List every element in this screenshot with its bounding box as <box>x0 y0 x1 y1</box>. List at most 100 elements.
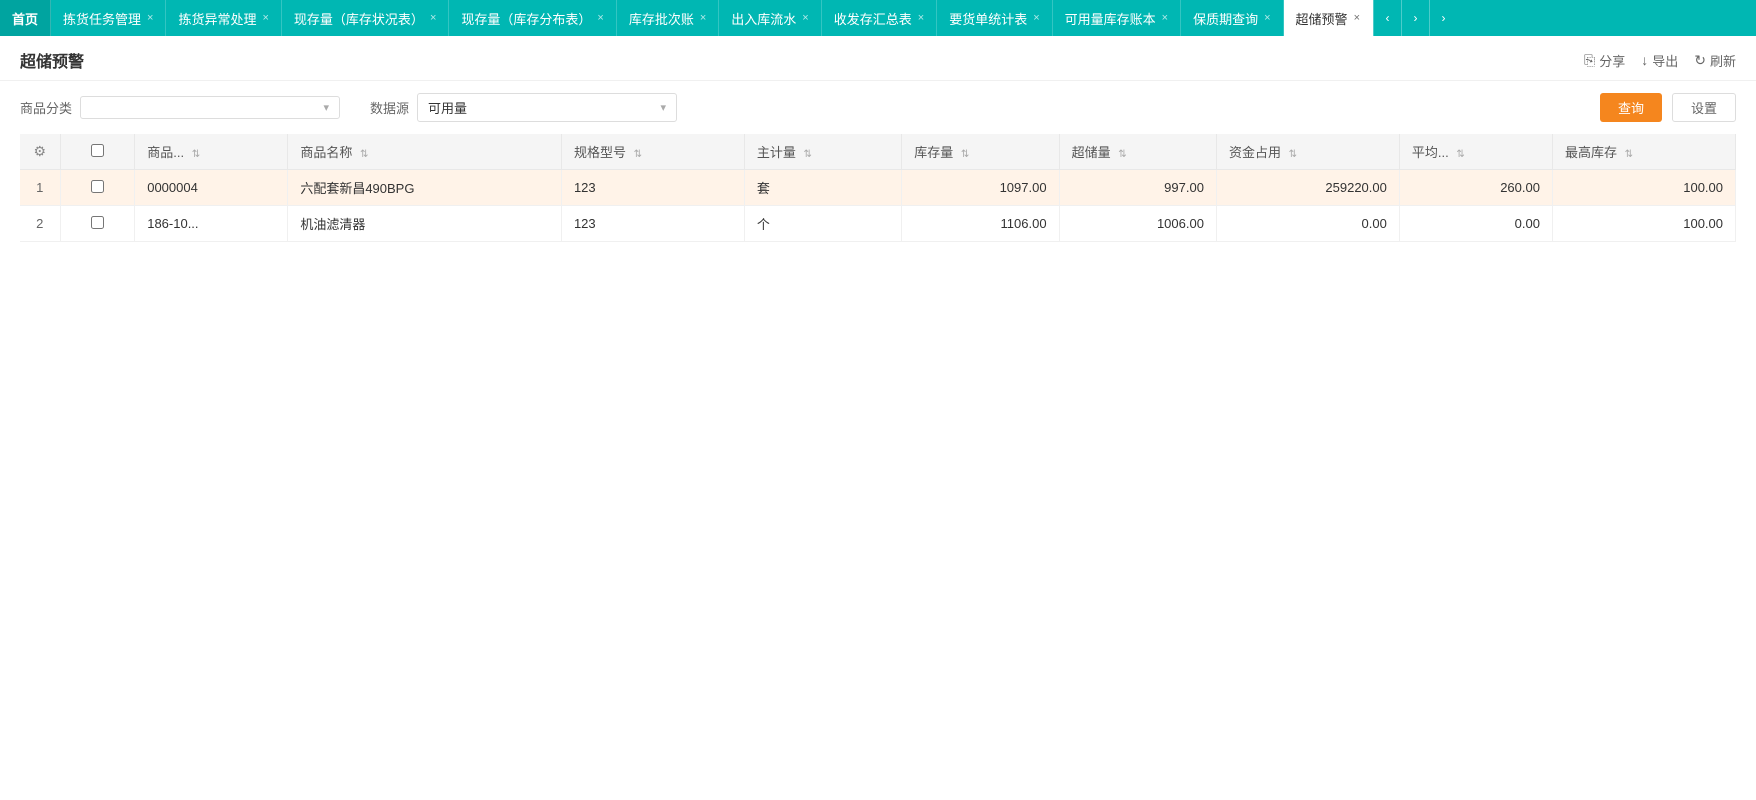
data-source-label: 数据源 <box>370 98 409 117</box>
refresh-label: 刷新 <box>1710 51 1736 70</box>
nav-arrow-more[interactable]: › <box>1429 0 1457 36</box>
product-category-arrow-icon: ▾ <box>323 101 329 114</box>
row-checkbox[interactable] <box>91 216 104 229</box>
nav-overstock-warning-close[interactable]: × <box>1354 12 1360 24</box>
row-index: 1 <box>20 170 60 206</box>
column-avg[interactable]: 平均... ⇅ <box>1399 134 1552 170</box>
nav-inout-flow-close[interactable]: × <box>802 12 808 24</box>
nav-pick-task[interactable]: 拣货任务管理 × <box>51 0 166 36</box>
nav-receive-summary[interactable]: 收发存汇总表 × <box>822 0 937 36</box>
sort-stock-icon: ⇅ <box>961 149 969 160</box>
nav-overstock-warning-label: 超储预警 <box>1296 9 1348 28</box>
column-overstock[interactable]: 超储量 ⇅ <box>1059 134 1216 170</box>
column-spec[interactable]: 规格型号 ⇅ <box>561 134 744 170</box>
data-source-arrow-icon: ▾ <box>661 101 667 114</box>
sort-max-stock-icon: ⇅ <box>1625 149 1633 160</box>
column-stock[interactable]: 库存量 ⇅ <box>902 134 1059 170</box>
sort-spec-icon: ⇅ <box>634 149 642 160</box>
nav-expiry-query[interactable]: 保质期查询 × <box>1181 0 1283 36</box>
table-row: 2 186-10... 机油滤清器 123 个 1106.00 1006.00 … <box>20 206 1736 242</box>
cell-spec: 123 <box>561 206 744 242</box>
sort-overstock-icon: ⇅ <box>1118 149 1126 160</box>
nav-receive-summary-label: 收发存汇总表 <box>834 9 912 28</box>
nav-expiry-query-close[interactable]: × <box>1264 12 1270 24</box>
column-avg-label: 平均... <box>1412 145 1449 160</box>
nav-stock-dist[interactable]: 现存量（库存分布表） × <box>449 0 616 36</box>
cell-overstock: 1006.00 <box>1059 206 1216 242</box>
cell-avg: 0.00 <box>1399 206 1552 242</box>
export-button[interactable]: ↓ 导出 <box>1641 51 1678 70</box>
cell-product-code: 0000004 <box>135 170 288 206</box>
settings-button[interactable]: 设置 <box>1672 93 1736 122</box>
column-overstock-label: 超储量 <box>1072 145 1111 160</box>
cell-spec: 123 <box>561 170 744 206</box>
cell-max-stock: 100.00 <box>1552 170 1735 206</box>
select-all-checkbox[interactable] <box>91 144 104 157</box>
nav-batch-account[interactable]: 库存批次账 × <box>617 0 719 36</box>
cell-capital: 0.00 <box>1216 206 1399 242</box>
row-checkbox[interactable] <box>91 180 104 193</box>
column-product-code[interactable]: 商品... ⇅ <box>135 134 288 170</box>
query-button[interactable]: 查询 <box>1600 93 1662 122</box>
column-capital[interactable]: 资金占用 ⇅ <box>1216 134 1399 170</box>
cell-stock: 1106.00 <box>902 206 1059 242</box>
nav-stock-status-label: 现存量（库存状况表） <box>294 9 424 28</box>
top-nav: 首页 拣货任务管理 × 拣货异常处理 × 现存量（库存状况表） × 现存量（库存… <box>0 0 1756 36</box>
refresh-button[interactable]: ↻ 刷新 <box>1694 51 1736 70</box>
cell-overstock: 997.00 <box>1059 170 1216 206</box>
cell-capital: 259220.00 <box>1216 170 1399 206</box>
cell-avg: 260.00 <box>1399 170 1552 206</box>
nav-inout-flow[interactable]: 出入库流水 × <box>719 0 821 36</box>
column-capital-label: 资金占用 <box>1229 145 1281 160</box>
nav-expiry-query-label: 保质期查询 <box>1193 9 1258 28</box>
column-spec-label: 规格型号 <box>574 145 626 160</box>
data-source-select[interactable]: 可用量 ▾ <box>417 93 677 122</box>
nav-overstock-warning[interactable]: 超储预警 × <box>1284 0 1373 36</box>
nav-home[interactable]: 首页 <box>0 0 51 36</box>
nav-pick-exception-label: 拣货异常处理 <box>178 9 256 28</box>
gear-icon: ⚙ <box>33 143 46 159</box>
export-icon: ↓ <box>1641 52 1648 68</box>
share-icon: ⎘ <box>1584 52 1595 69</box>
column-product-name[interactable]: 商品名称 ⇅ <box>288 134 562 170</box>
share-button[interactable]: ⎘ 分享 <box>1584 51 1625 70</box>
nav-batch-account-close[interactable]: × <box>700 12 706 24</box>
nav-order-stats[interactable]: 要货单统计表 × <box>937 0 1052 36</box>
sort-product-name-icon: ⇅ <box>360 149 368 160</box>
nav-available-account-close[interactable]: × <box>1162 12 1168 24</box>
column-max-stock[interactable]: 最高库存 ⇅ <box>1552 134 1735 170</box>
column-gear[interactable]: ⚙ <box>20 134 60 170</box>
nav-order-stats-close[interactable]: × <box>1033 12 1039 24</box>
nav-available-account[interactable]: 可用量库存账本 × <box>1053 0 1181 36</box>
nav-pick-exception[interactable]: 拣货异常处理 × <box>166 0 281 36</box>
nav-pick-exception-close[interactable]: × <box>262 12 268 24</box>
row-index: 2 <box>20 206 60 242</box>
cell-stock: 1097.00 <box>902 170 1059 206</box>
product-category-select[interactable]: ▾ <box>80 96 340 119</box>
column-stock-label: 库存量 <box>914 145 953 160</box>
nav-stock-status-close[interactable]: × <box>430 12 436 24</box>
nav-arrow-left[interactable]: ‹ <box>1373 0 1401 36</box>
sort-avg-icon: ⇅ <box>1456 149 1464 160</box>
nav-stock-dist-label: 现存量（库存分布表） <box>461 9 591 28</box>
nav-stock-dist-close[interactable]: × <box>597 12 603 24</box>
nav-home-label: 首页 <box>12 9 38 28</box>
table-container: ⚙ 商品... ⇅ 商品名称 ⇅ 规格型号 ⇅ 主计量 <box>0 134 1756 242</box>
nav-arrow-right[interactable]: › <box>1401 0 1429 36</box>
nav-pick-task-close[interactable]: × <box>147 12 153 24</box>
refresh-icon: ↻ <box>1694 52 1706 69</box>
sort-unit-icon: ⇅ <box>804 149 812 160</box>
column-unit[interactable]: 主计量 ⇅ <box>744 134 901 170</box>
nav-order-stats-label: 要货单统计表 <box>949 9 1027 28</box>
row-checkbox-cell[interactable] <box>60 206 135 242</box>
nav-stock-status[interactable]: 现存量（库存状况表） × <box>282 0 449 36</box>
cell-max-stock: 100.00 <box>1552 206 1735 242</box>
nav-receive-summary-close[interactable]: × <box>918 12 924 24</box>
column-checkbox-all[interactable] <box>60 134 135 170</box>
table-row: 1 0000004 六配套新昌490BPG 123 套 1097.00 997.… <box>20 170 1736 206</box>
row-checkbox-cell[interactable] <box>60 170 135 206</box>
cell-unit: 个 <box>744 206 901 242</box>
sort-capital-icon: ⇅ <box>1289 149 1297 160</box>
column-product-name-label: 商品名称 <box>300 145 352 160</box>
cell-product-name: 机油滤清器 <box>288 206 562 242</box>
